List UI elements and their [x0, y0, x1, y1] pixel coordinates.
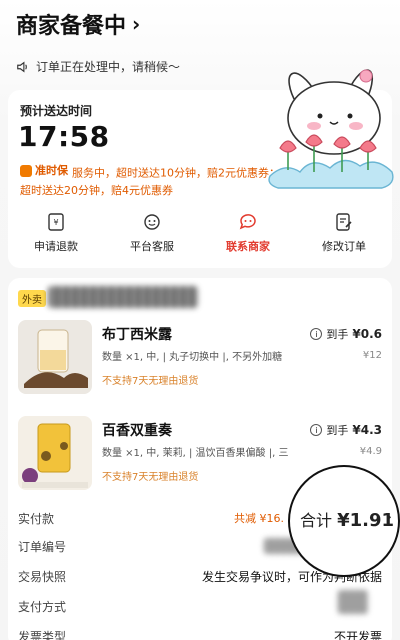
item-name: 布丁西米露 [102, 327, 172, 343]
action-bar: ¥ 申请退款 平台客服 联系商家 修改订单 [8, 212, 392, 254]
payment-method-row: 支付方式 [18, 598, 382, 618]
guarantee-badge: 准时保 [20, 162, 68, 179]
edit-order-button[interactable]: 修改订单 [304, 212, 384, 254]
no-refund-notice: 不支持7天无理由退货 [102, 376, 199, 387]
invoice-value: 不开发票 [333, 630, 382, 640]
order-item[interactable]: 布丁西米露 数量 ×1, 中, | 丸子切换中 |, 不另外加糖 不支持7天无理… [8, 320, 392, 410]
total-magnifier-overlay: 合计 ¥1.91 › [288, 465, 400, 577]
page-title-text: 商家备餐中 [16, 14, 127, 39]
to-hand-price[interactable]: i 到手 ¥0.6 [310, 326, 382, 342]
refund-button[interactable]: ¥ 申请退款 [16, 212, 96, 254]
to-hand-label: 到手 [326, 424, 349, 437]
paid-label: 实付款 [18, 512, 55, 526]
item-spec: 数量 ×1, 中, 茉莉, | 温饮百香果偏酸 |, 三 [102, 448, 289, 459]
to-hand-price[interactable]: i 到手 ¥4.3 [310, 422, 382, 438]
notice-text: 订单正在处理中，请稍候～ [36, 60, 181, 74]
to-hand-label: 到手 [326, 328, 349, 341]
eta-time: 17:58 [18, 120, 110, 153]
info-icon: i [310, 424, 323, 436]
refund-icon: ¥ [48, 213, 64, 231]
shop-name-redacted [48, 286, 198, 308]
merchant-chat-icon [239, 214, 256, 230]
support-icon [144, 214, 160, 230]
edit-order-label: 修改订单 [322, 240, 366, 253]
support-button[interactable]: 平台客服 [112, 212, 192, 254]
product-thumbnail [18, 416, 92, 490]
total-label: 合计 [300, 511, 333, 530]
speaker-icon [17, 60, 27, 73]
order-number-label: 订单编号 [18, 540, 67, 554]
chevron-right-icon: › [132, 12, 141, 36]
item-original-price: ¥4.9 [359, 446, 382, 457]
refund-label: 申请退款 [34, 240, 78, 253]
order-notice: 订单正在处理中，请稍候～ [16, 58, 180, 75]
snapshot-label: 交易快照 [18, 570, 67, 584]
product-thumbnail [18, 320, 92, 394]
order-total[interactable]: 合计 ¥1.91 [300, 507, 394, 531]
item-spec: 数量 ×1, 中, | 丸子切换中 |, 不另外加糖 [102, 352, 283, 363]
contact-merchant-button[interactable]: 联系商家 [208, 212, 288, 254]
invoice-row: 发票类型 不开发票 [18, 628, 382, 640]
on-time-guarantee[interactable]: 准时保 服务中，超时送达10分钟，赔2元优惠券；超时送达20分钟，赔4元优惠券 [20, 162, 280, 199]
edit-order-icon [336, 213, 352, 231]
discount-total: 共减 ¥16. [234, 512, 284, 525]
bunny-illustration [268, 69, 394, 189]
payment-method-label: 支付方式 [18, 600, 67, 614]
to-hand-value: ¥0.6 [352, 327, 382, 341]
contact-merchant-label: 联系商家 [226, 240, 270, 253]
invoice-label: 发票类型 [18, 630, 67, 640]
support-label: 平台客服 [130, 240, 174, 253]
delivery-tag: 外卖 [18, 290, 46, 307]
svg-text:¥: ¥ [53, 218, 58, 227]
no-refund-notice: 不支持7天无理由退货 [102, 472, 199, 483]
item-name: 百香双重奏 [102, 423, 172, 439]
guarantee-badge-label: 准时保 [35, 164, 68, 177]
payment-method-redacted [338, 590, 368, 614]
page-title[interactable]: 商家备餐中 › [16, 8, 140, 40]
chevron-right-icon: › [385, 507, 392, 526]
to-hand-value: ¥4.3 [352, 423, 382, 437]
eta-label: 预计送达时间 [20, 104, 93, 118]
shield-icon [20, 164, 32, 177]
info-icon: i [310, 328, 323, 340]
item-original-price: ¥12 [362, 350, 382, 361]
order-detail-card: 外卖 布丁西米露 数量 ×1, 中, | 丸子切换中 |, 不另外加糖 不支持7… [8, 278, 392, 640]
